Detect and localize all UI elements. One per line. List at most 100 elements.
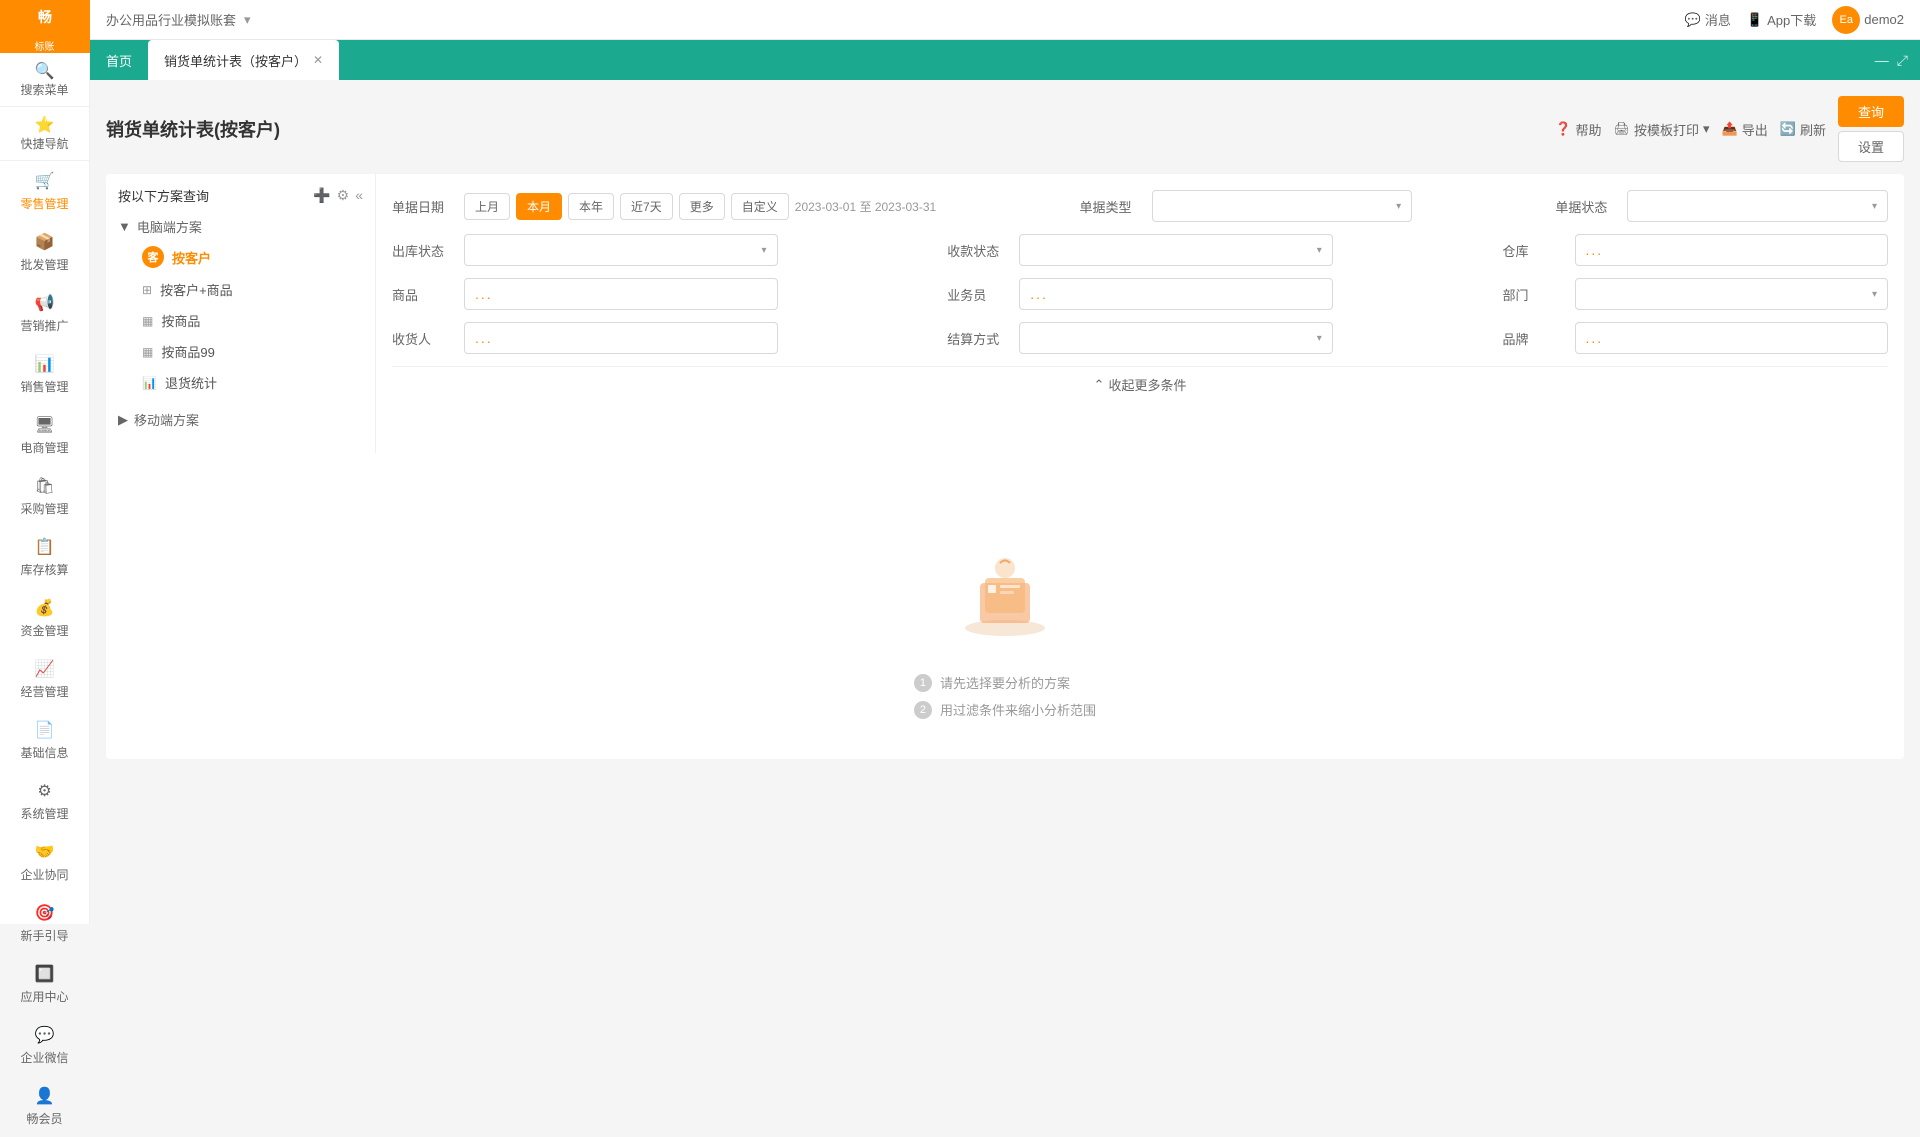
- scheme-group-desktop-header[interactable]: ▼ 电脑端方案: [118, 213, 363, 240]
- tab-sales-stat[interactable]: 销货单统计表（按客户） ✕: [148, 40, 339, 80]
- sidebar-item-label: 批发管理: [20, 256, 68, 273]
- brand-dots: ...: [1586, 330, 1604, 346]
- scheme-group-desktop-label: 电脑端方案: [137, 217, 202, 236]
- header-left: 办公用品行业模拟账套 ▾: [106, 10, 251, 29]
- dept-select[interactable]: ▾: [1575, 278, 1889, 310]
- tab-home-label: 首页: [106, 51, 132, 70]
- date-btn-more[interactable]: 更多: [679, 193, 725, 220]
- add-scheme-icon[interactable]: ➕: [313, 187, 330, 204]
- filter-row-2: 出库状态 ▾ 收款状态 ▾ 仓库: [392, 234, 1888, 266]
- marketing-icon: 📢: [35, 293, 55, 313]
- brand-select[interactable]: ...: [1575, 322, 1889, 354]
- sidebar-item-label: 库存核算: [20, 561, 68, 578]
- scheme-return-stat[interactable]: 📊 退货统计: [118, 367, 363, 398]
- stock-out-select[interactable]: ▾: [464, 234, 778, 266]
- sidebar-item-wholesale[interactable]: 📦 批发管理: [0, 222, 89, 283]
- tip-num-1: 1: [914, 674, 932, 692]
- sidebar-item-finance[interactable]: 💰 资金管理: [0, 588, 89, 649]
- collapse-up-icon: ⌃: [1094, 377, 1105, 393]
- sidebar-item-basic[interactable]: 📄 基础信息: [0, 710, 89, 771]
- minimize-icon[interactable]: —: [1875, 52, 1889, 68]
- app-download-button[interactable]: 📱 App下载: [1747, 10, 1816, 29]
- tab-home[interactable]: 首页: [90, 40, 148, 80]
- scheme-by-goods[interactable]: ▦ 按商品: [118, 305, 363, 336]
- sidebar-item-marketing[interactable]: 📢 营销推广: [0, 283, 89, 344]
- sidebar-item-label: 零售管理: [20, 195, 68, 212]
- help-label: 帮助: [1576, 120, 1602, 139]
- help-button[interactable]: ❓ 帮助: [1555, 120, 1601, 139]
- date-btn-this-month[interactable]: 本月: [516, 193, 562, 220]
- date-btn-7days[interactable]: 近7天: [620, 193, 673, 220]
- warehouse-select[interactable]: ...: [1575, 234, 1889, 266]
- purchase-icon: 🛍: [34, 476, 54, 496]
- bill-type-chevron-icon: ▾: [1396, 201, 1401, 212]
- sidebar-item-sales[interactable]: 📊 销售管理: [0, 344, 89, 405]
- stock-out-chevron-icon: ▾: [761, 245, 766, 256]
- collapse-scheme-icon[interactable]: «: [355, 187, 363, 204]
- operation-icon: 📈: [35, 659, 55, 679]
- header-right: 💬 消息 📱 App下载 Ea demo2: [1685, 6, 1904, 34]
- page-header: 销货单统计表(按客户) ❓ 帮助 🖨 按模板打印 ▾ 📤 导出 🔄 刷新: [106, 96, 1904, 162]
- sidebar-item-operation[interactable]: 📈 经营管理: [0, 649, 89, 710]
- sidebar-item-ecommerce[interactable]: 🖥 电商管理: [0, 405, 89, 466]
- sidebar-item-apps[interactable]: 🔲 应用中心: [0, 954, 89, 1015]
- refresh-button[interactable]: 🔄 刷新: [1780, 120, 1826, 139]
- return-stat-icon: 📊: [142, 376, 157, 390]
- bill-type-label: 单据类型: [1080, 197, 1140, 216]
- sidebar-item-inventory[interactable]: 📋 库存核算: [0, 527, 89, 588]
- schemes-actions: ➕ ⚙ «: [313, 187, 363, 204]
- bill-type-select[interactable]: ▾: [1152, 190, 1413, 222]
- tab-close-icon[interactable]: ✕: [313, 53, 323, 67]
- bill-status-select[interactable]: ▾: [1627, 190, 1888, 222]
- filters-panel: 单据日期 上月 本月 本年 近7天 更多 自定义 2023-03-01 至 20…: [376, 174, 1904, 453]
- settings-button[interactable]: 设置: [1838, 131, 1904, 162]
- user-menu[interactable]: Ea demo2: [1832, 6, 1904, 34]
- collapse-button[interactable]: ⌃ 收起更多条件: [1094, 375, 1187, 394]
- date-range-display: 2023-03-01 至 2023-03-31: [795, 198, 936, 215]
- export-button[interactable]: 📤 导出: [1722, 120, 1768, 139]
- goods-select[interactable]: ...: [464, 278, 778, 310]
- maximize-icon[interactable]: ⤢: [1897, 52, 1908, 69]
- receiver-label: 收货人: [392, 329, 452, 348]
- quick-nav[interactable]: ⭐ 快捷导航: [0, 107, 89, 161]
- receiver-select[interactable]: ...: [464, 322, 778, 354]
- salesperson-label: 业务员: [947, 285, 1007, 304]
- date-btn-last-month[interactable]: 上月: [464, 193, 510, 220]
- dept-label: 部门: [1503, 285, 1563, 304]
- date-btn-custom[interactable]: 自定义: [731, 193, 789, 220]
- scheme-group-mobile-header[interactable]: ▶ 移动端方案: [118, 406, 363, 433]
- sidebar-item-purchase[interactable]: 🛍 采购管理: [0, 466, 89, 527]
- scheme-by-customer-goods-label: 按客户+商品: [160, 280, 233, 299]
- sidebar-item-enterprise[interactable]: 🤝 企业协同: [0, 832, 89, 893]
- help-icon: ❓: [1555, 121, 1571, 137]
- tip-num-2: 2: [914, 701, 932, 719]
- message-button[interactable]: 💬 消息: [1685, 10, 1731, 29]
- scheme-by-customer-goods[interactable]: ⊞ 按客户+商品: [118, 274, 363, 305]
- wechat-icon: 💬: [35, 1025, 55, 1045]
- scheme-by-customer-label: 按客户: [172, 248, 211, 267]
- print-button[interactable]: 🖨 按模板打印 ▾: [1614, 120, 1710, 139]
- warehouse-label: 仓库: [1503, 241, 1563, 260]
- scheme-by-customer[interactable]: 客 按客户: [118, 240, 363, 274]
- schemes-header: 按以下方案查询 ➕ ⚙ «: [118, 186, 363, 205]
- query-button[interactable]: 查询: [1838, 96, 1904, 127]
- empty-state-illustration: [945, 533, 1065, 653]
- sidebar-item-retail[interactable]: 🛒 零售管理: [0, 161, 89, 222]
- print-label: 按模板打印: [1634, 120, 1699, 139]
- filter-row-1: 单据日期 上月 本月 本年 近7天 更多 自定义 2023-03-01 至 20…: [392, 190, 1888, 222]
- page-title: 销货单统计表(按客户): [106, 116, 280, 142]
- sidebar-item-wechat[interactable]: 💬 企业微信: [0, 1015, 89, 1076]
- tab-sales-stat-label: 销货单统计表（按客户）: [164, 51, 307, 70]
- date-btn-this-year[interactable]: 本年: [568, 193, 614, 220]
- settings-scheme-icon[interactable]: ⚙: [337, 187, 350, 204]
- receipt-select[interactable]: ▾: [1019, 234, 1333, 266]
- sidebar-item-label: 采购管理: [20, 500, 68, 517]
- scheme-by-goods99[interactable]: ▦ 按商品99: [118, 336, 363, 367]
- window-controls: — ⤢: [1875, 52, 1920, 69]
- sidebar-item-label: 畅会员: [26, 1110, 62, 1127]
- search-menu[interactable]: 🔍 搜索菜单: [0, 53, 89, 107]
- sidebar-item-system[interactable]: ⚙ 系统管理: [0, 771, 89, 832]
- settlement-select[interactable]: ▾: [1019, 322, 1333, 354]
- salesperson-select[interactable]: ...: [1019, 278, 1333, 310]
- sidebar-item-member[interactable]: 👤 畅会员: [0, 1076, 89, 1137]
